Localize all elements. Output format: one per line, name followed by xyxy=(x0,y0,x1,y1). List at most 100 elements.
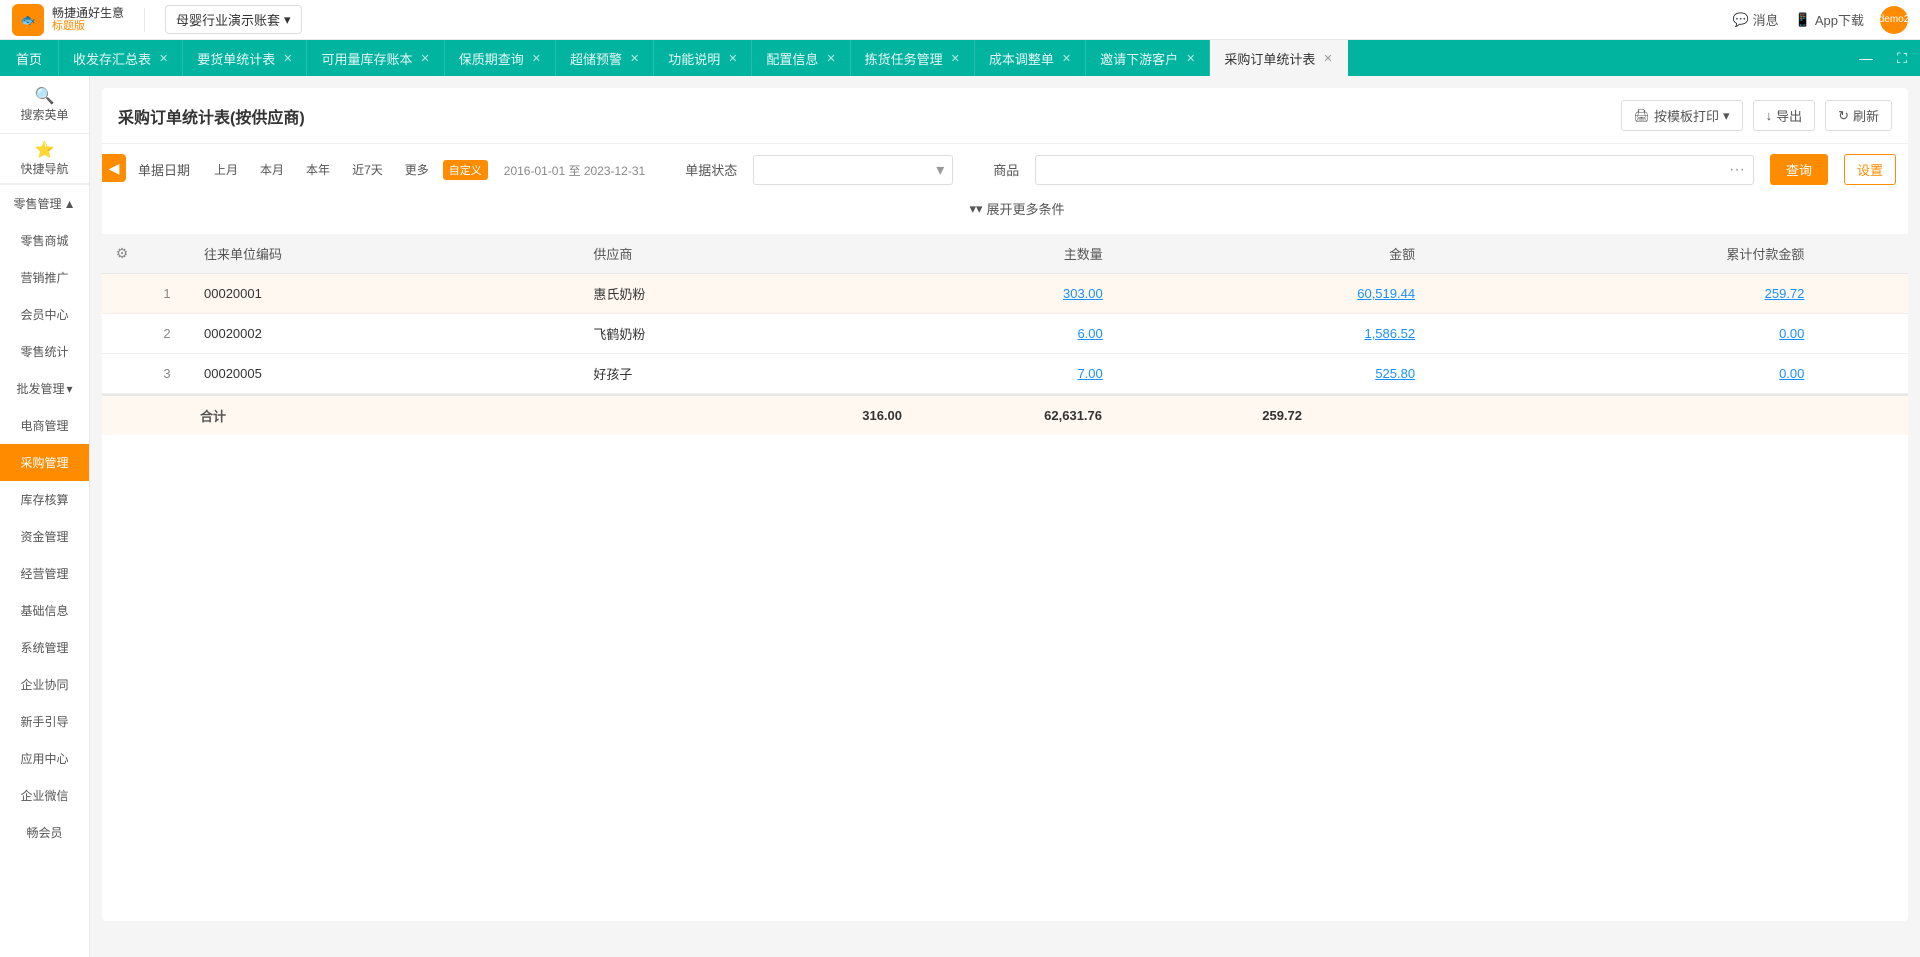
table-row: 2 00020002 飞鹤奶粉 6.00 1,586.52 0.00 xyxy=(102,314,1908,354)
tab-close-overstock[interactable]: ✕ xyxy=(630,52,639,65)
refresh-button[interactable]: ↻ 刷新 xyxy=(1825,100,1892,131)
sidebar-item-cooperation[interactable]: 企业协同 xyxy=(0,666,89,703)
tab-collect[interactable]: 收发存汇总表 ✕ xyxy=(59,40,183,76)
date-btn-this-year[interactable]: 本年 xyxy=(298,159,338,180)
user-menu[interactable]: demo2 xyxy=(1880,6,1908,34)
search-icon: 🔍 xyxy=(8,86,81,106)
tab-config[interactable]: 配置信息 ✕ xyxy=(752,40,850,76)
tab-overstock[interactable]: 超储预警 ✕ xyxy=(556,40,654,76)
tab-home[interactable]: 首页 xyxy=(0,40,59,76)
sidebar-item-retail-mall[interactable]: 零售商城 xyxy=(0,222,89,259)
row-supplier-2: 飞鹤奶粉 xyxy=(581,314,871,354)
more-icon[interactable]: ··· xyxy=(1729,161,1745,179)
query-button[interactable]: 查询 xyxy=(1770,154,1828,185)
expand-more-row: ▾▾ 展开更多条件 xyxy=(138,193,1896,224)
sidebar-item-new-guide[interactable]: 新手引导 xyxy=(0,703,89,740)
filter-content: 单据日期 上月 本月 本年 近7天 更多 自定义 2016-01-01 至 20… xyxy=(126,144,1908,234)
sidebar-item-members[interactable]: 会员中心 xyxy=(0,296,89,333)
tab-close-config[interactable]: ✕ xyxy=(826,52,835,65)
tab-close-purchase-stats[interactable]: ✕ xyxy=(1323,52,1332,65)
date-btn-this-month[interactable]: 本月 xyxy=(252,159,292,180)
date-btn-more[interactable]: 更多 xyxy=(397,159,437,180)
store-selector[interactable]: 母婴行业演示账套 ▾ xyxy=(165,5,302,34)
row-qty-2[interactable]: 6.00 xyxy=(871,314,1114,354)
sidebar-quick-nav[interactable]: ⭐ 快捷导航 xyxy=(0,134,89,184)
sidebar-item-wechat[interactable]: 企业微信 xyxy=(0,777,89,814)
print-button[interactable]: 🖨 按模板打印 ▾ xyxy=(1621,100,1743,131)
sidebar-item-marketing[interactable]: 营销推广 xyxy=(0,259,89,296)
row-code-1: 00020001 xyxy=(192,274,581,314)
row-amount-1[interactable]: 60,519.44 xyxy=(1115,274,1427,314)
sidebar-item-vip[interactable]: 畅会员 xyxy=(0,814,89,851)
page-header-actions: 🖨 按模板打印 ▾ ↓ 导出 ↻ 刷新 xyxy=(1621,100,1893,131)
sidebar-item-retail[interactable]: 零售管理 ▲ xyxy=(0,185,89,222)
tab-close-expiry[interactable]: ✕ xyxy=(532,52,541,65)
tab-purchase-stats[interactable]: 采购订单统计表 ✕ xyxy=(1210,40,1347,76)
col-num-header xyxy=(142,234,192,274)
tab-invite[interactable]: 邀请下游客户 ✕ xyxy=(1086,40,1210,76)
tab-task[interactable]: 拣货任务管理 ✕ xyxy=(851,40,975,76)
settings-button[interactable]: 设置 xyxy=(1844,154,1896,185)
expand-more-button[interactable]: ▾▾ 展开更多条件 xyxy=(969,193,1064,224)
status-select[interactable]: ▾ xyxy=(753,155,953,185)
date-btn-7days[interactable]: 近7天 xyxy=(344,159,391,180)
tab-order-stats[interactable]: 要货单统计表 ✕ xyxy=(183,40,307,76)
nav-minimize-button[interactable]: — xyxy=(1848,40,1884,76)
tab-close-task[interactable]: ✕ xyxy=(951,52,960,65)
col-qty-header: 主数量 xyxy=(871,234,1114,274)
row-settings-1 xyxy=(102,274,142,314)
tab-close-collect[interactable]: ✕ xyxy=(159,52,168,65)
download-icon: 📱 xyxy=(1795,12,1811,28)
sidebar-item-purchase[interactable]: 采购管理 xyxy=(0,444,89,481)
chevron-icon: ▲ xyxy=(64,197,76,211)
row-paid-3[interactable]: 0.00 xyxy=(1427,354,1816,394)
collapse-filter-button[interactable]: ◀ xyxy=(102,154,126,182)
tab-inventory[interactable]: 可用量库存账本 ✕ xyxy=(307,40,444,76)
sidebar-item-basic-info[interactable]: 基础信息 xyxy=(0,592,89,629)
app-download-button[interactable]: 📱 App下载 xyxy=(1795,10,1864,29)
row-paid-2[interactable]: 0.00 xyxy=(1427,314,1816,354)
row-paid-1[interactable]: 259.72 xyxy=(1427,274,1816,314)
col-code-header: 往来单位编码 xyxy=(192,234,581,274)
tab-guide[interactable]: 功能说明 ✕ xyxy=(654,40,752,76)
export-button[interactable]: ↓ 导出 xyxy=(1753,100,1816,131)
row-num-3: 3 xyxy=(142,354,192,394)
table-row: 3 00020005 好孩子 7.00 525.80 0.00 xyxy=(102,354,1908,394)
message-button[interactable]: 💬 消息 xyxy=(1732,10,1778,29)
row-amount-3[interactable]: 525.80 xyxy=(1115,354,1427,394)
date-custom-badge[interactable]: 自定义 xyxy=(443,160,488,180)
table-area: ⚙ 往来单位编码 供应商 主数量 金额 累计付款金额 xyxy=(102,234,1908,447)
sidebar-item-retail-stats[interactable]: 零售统计 xyxy=(0,333,89,370)
sidebar-item-system[interactable]: 系统管理 xyxy=(0,629,89,666)
tab-close-inventory[interactable]: ✕ xyxy=(421,52,430,65)
row-supplier-3: 好孩子 xyxy=(581,354,871,394)
sidebar-item-ecommerce[interactable]: 电商管理 xyxy=(0,407,89,444)
row-qty-1[interactable]: 303.00 xyxy=(871,274,1114,314)
tab-cost[interactable]: 成本调整单 ✕ xyxy=(975,40,1086,76)
sidebar-search[interactable]: 🔍 搜索英单 xyxy=(0,76,89,134)
sidebar-item-wholesale[interactable]: 批发管理 ▾ xyxy=(0,370,89,407)
logo-icon: 🐟 xyxy=(12,4,44,36)
tab-close-cost[interactable]: ✕ xyxy=(1062,52,1071,65)
chevron-down-icon: ▾ xyxy=(936,160,944,180)
nav-maximize-button[interactable]: ⛶ xyxy=(1884,40,1920,76)
tab-close-guide[interactable]: ✕ xyxy=(728,52,737,65)
sidebar-item-app-center[interactable]: 应用中心 xyxy=(0,740,89,777)
tab-close-invite[interactable]: ✕ xyxy=(1186,52,1195,65)
date-btn-last-month[interactable]: 上月 xyxy=(206,159,246,180)
goods-input[interactable]: ··· xyxy=(1035,155,1754,185)
page-container: 采购订单统计表(按供应商) 🖨 按模板打印 ▾ ↓ 导出 ↻ 刷新 xyxy=(102,88,1908,921)
tab-expiry[interactable]: 保质期查询 ✕ xyxy=(445,40,556,76)
column-settings-icon[interactable]: ⚙ xyxy=(116,245,129,261)
sidebar-item-inventory-check[interactable]: 库存核算 xyxy=(0,481,89,518)
sidebar-item-operation[interactable]: 经营管理 xyxy=(0,555,89,592)
row-settings-3 xyxy=(102,354,142,394)
date-range-display: 2016-01-01 至 2023-12-31 xyxy=(504,160,645,179)
date-quick-buttons: 上月 本月 本年 近7天 更多 自定义 xyxy=(206,159,488,180)
row-amount-2[interactable]: 1,586.52 xyxy=(1115,314,1427,354)
sidebar-item-finance[interactable]: 资金管理 xyxy=(0,518,89,555)
tab-close-order-stats[interactable]: ✕ xyxy=(283,52,292,65)
col-extra-header xyxy=(1816,234,1908,274)
table-row: 1 00020001 惠氏奶粉 303.00 60,519.44 259.72 xyxy=(102,274,1908,314)
row-qty-3[interactable]: 7.00 xyxy=(871,354,1114,394)
